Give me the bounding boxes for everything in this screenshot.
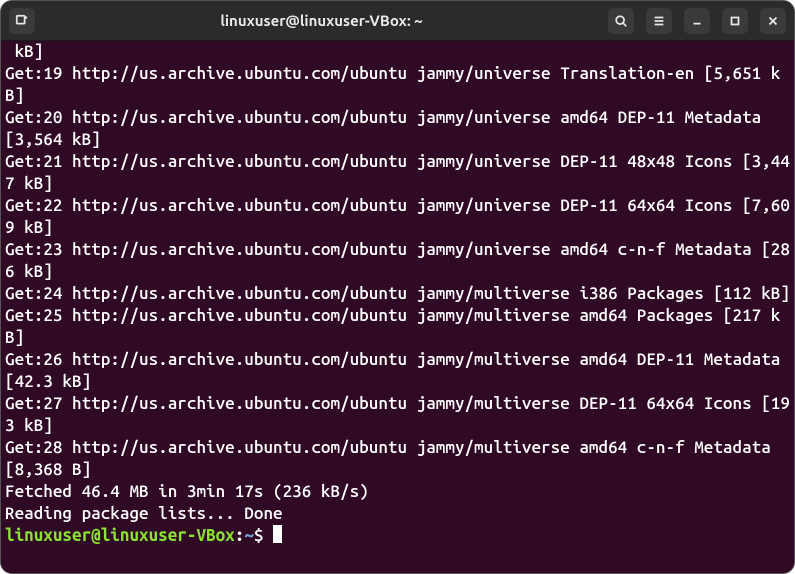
terminal-body[interactable]: kB] Get:19 http://us.archive.ubuntu.com/…	[1, 41, 794, 573]
minimize-button[interactable]	[684, 8, 710, 34]
prompt-colon: :	[235, 526, 245, 545]
maximize-button[interactable]	[722, 8, 748, 34]
hamburger-icon	[652, 14, 666, 28]
terminal-output: kB] Get:19 http://us.archive.ubuntu.com/…	[5, 42, 790, 523]
menu-button[interactable]	[646, 8, 672, 34]
cursor	[273, 525, 282, 543]
titlebar-left	[9, 8, 35, 34]
titlebar: linuxuser@linuxuser-VBox: ~	[1, 1, 794, 41]
prompt-user-host: linuxuser@linuxuser-VBox	[5, 526, 235, 545]
prompt-path: ~	[244, 526, 254, 545]
close-icon	[766, 14, 780, 28]
minimize-icon	[690, 14, 704, 28]
new-tab-button[interactable]	[9, 8, 35, 34]
new-tab-icon	[15, 14, 29, 28]
maximize-icon	[728, 14, 742, 28]
window-title: linuxuser@linuxuser-VBox: ~	[43, 12, 600, 29]
prompt-symbol: $	[254, 526, 264, 545]
search-icon	[614, 14, 628, 28]
close-button[interactable]	[760, 8, 786, 34]
search-button[interactable]	[608, 8, 634, 34]
terminal-window: linuxuser@linuxuser-VBox: ~	[0, 0, 795, 574]
titlebar-right	[608, 8, 786, 34]
